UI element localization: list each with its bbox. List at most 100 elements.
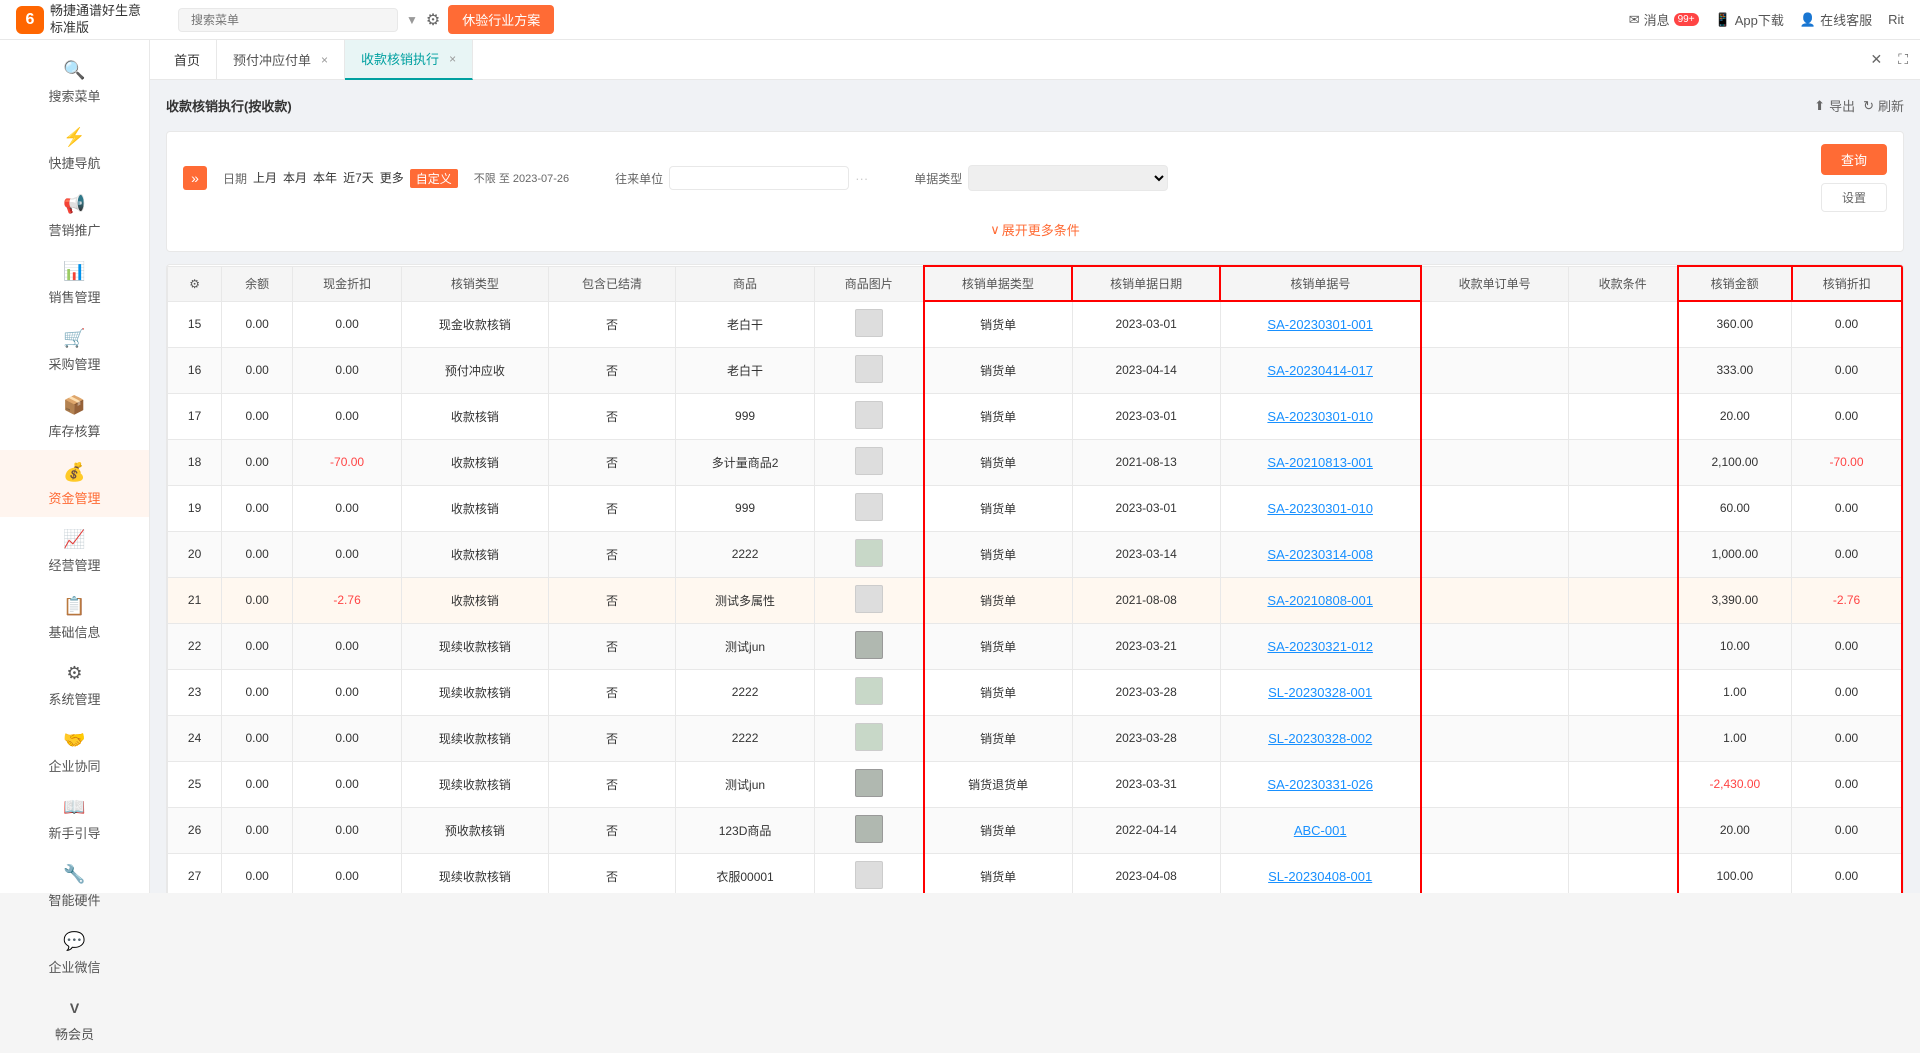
tab-home-label: 首页 — [174, 50, 200, 69]
date-more[interactable]: 更多 — [380, 169, 404, 188]
sidebar-item-marketing[interactable]: 📢 营销推广 — [0, 182, 149, 249]
settings-icon[interactable]: ⚙ — [426, 10, 440, 30]
sidebar-item-quicknav[interactable]: ⚡ 快捷导航 — [0, 115, 149, 182]
product-image — [855, 585, 883, 613]
cell-bill-no[interactable]: SA-20230414-017 — [1220, 347, 1420, 393]
sidebar-item-sales[interactable]: 📊 销售管理 — [0, 249, 149, 316]
table-header-row: ⚙ 余额 现金折扣 核销类型 包含已结清 商品 商品图片 核销单据类型 核销单据… — [168, 266, 1903, 301]
filter-expand-row[interactable]: ∨ 展开更多条件 — [183, 220, 1887, 239]
cell-bill-no[interactable]: SA-20230314-008 — [1220, 531, 1420, 577]
date-last-month[interactable]: 上月 — [253, 169, 277, 188]
sidebar-item-purchase[interactable]: 🛒 采购管理 — [0, 316, 149, 383]
bill-no-link[interactable]: ABC-001 — [1294, 823, 1347, 838]
query-button[interactable]: 查询 — [1821, 144, 1887, 175]
purchase-icon: 🛒 — [63, 326, 87, 350]
export-button[interactable]: ⬆ 导出 — [1814, 96, 1855, 115]
cell-bill-no[interactable]: SA-20210808-001 — [1220, 577, 1420, 623]
cell-bill-no[interactable]: SA-20230301-010 — [1220, 393, 1420, 439]
search-input[interactable] — [178, 8, 398, 32]
notification-item[interactable]: ✉ 消息 99+ — [1629, 10, 1699, 29]
cell-bill-type: 销货单 — [924, 807, 1072, 853]
th-bill-date: 核销单据日期 — [1072, 266, 1220, 301]
cell-verify-type: 预付冲应收 — [401, 347, 548, 393]
cell-bill-no[interactable]: SA-20230301-001 — [1220, 301, 1420, 347]
th-gear: ⚙ — [168, 266, 222, 301]
table-row: 16 0.00 0.00 预付冲应收 否 老白干 销货单 2023-04-14 … — [168, 347, 1903, 393]
date-custom[interactable]: 自定义 — [410, 169, 458, 188]
bill-no-link[interactable]: SL-20230328-001 — [1268, 685, 1372, 700]
bill-no-link[interactable]: SA-20230321-012 — [1267, 639, 1373, 654]
cell-order-no — [1421, 761, 1568, 807]
cell-bill-no[interactable]: SL-20230328-001 — [1220, 669, 1420, 715]
tab-prepay[interactable]: 预付冲应付单 × — [217, 40, 345, 80]
cell-amount: 1,000.00 — [1678, 531, 1792, 577]
cell-bill-no[interactable]: SA-20230331-026 — [1220, 761, 1420, 807]
sidebar-item-basic[interactable]: 📋 基础信息 — [0, 584, 149, 651]
sidebar-item-finance[interactable]: 💰 资金管理 — [0, 450, 149, 517]
sidebar-item-member[interactable]: V 畅会员 — [0, 986, 149, 1053]
sidebar-item-hardware[interactable]: 🔧 智能硬件 — [0, 852, 149, 919]
billtype-select[interactable] — [968, 165, 1168, 191]
sidebar-item-system[interactable]: ⚙ 系统管理 — [0, 651, 149, 718]
tab-verify-close[interactable]: × — [449, 52, 456, 66]
sidebar-item-operations[interactable]: 📈 经营管理 — [0, 517, 149, 584]
bill-no-link[interactable]: SL-20230328-002 — [1268, 731, 1372, 746]
cell-product: 测试jun — [676, 761, 814, 807]
sidebar-item-search[interactable]: 🔍 搜索菜单 — [0, 48, 149, 115]
tab-prepay-close[interactable]: × — [321, 53, 328, 67]
bill-no-link[interactable]: SA-20230301-010 — [1267, 501, 1373, 516]
online-support-item[interactable]: 👤 在线客服 — [1800, 10, 1872, 29]
setting-button[interactable]: 设置 — [1821, 183, 1887, 212]
cell-balance: 0.00 — [222, 715, 293, 761]
bill-no-link[interactable]: SA-20210808-001 — [1267, 593, 1373, 608]
sidebar-item-wechat[interactable]: 💬 企业微信 — [0, 919, 149, 986]
app-download-item[interactable]: 📱 App下载 — [1715, 10, 1784, 29]
marketing-icon: 📢 — [63, 192, 87, 216]
sidebar-item-enterprise[interactable]: 🤝 企业协同 — [0, 718, 149, 785]
cell-verify-type: 收款核销 — [401, 577, 548, 623]
cell-bill-no[interactable]: SA-20230301-010 — [1220, 485, 1420, 531]
bill-no-link[interactable]: SA-20210813-001 — [1267, 455, 1373, 470]
cell-bill-no[interactable]: SL-20230328-002 — [1220, 715, 1420, 761]
product-image — [855, 769, 883, 797]
cell-bill-type: 销货单 — [924, 439, 1072, 485]
bill-no-link[interactable]: SA-20230331-026 — [1267, 777, 1373, 792]
maximize-icon[interactable]: ⛶ — [1894, 47, 1912, 72]
cell-cash-discount: 0.00 — [293, 623, 402, 669]
cell-cash-discount: 0.00 — [293, 347, 402, 393]
cell-bill-date: 2023-03-01 — [1072, 393, 1220, 439]
cell-bill-no[interactable]: SL-20230408-001 — [1220, 853, 1420, 893]
bill-no-link[interactable]: SA-20230301-010 — [1267, 409, 1373, 424]
sidebar-item-label: 库存核算 — [48, 421, 100, 440]
close-tab-icon[interactable]: ✕ — [1866, 47, 1886, 72]
date-this-year[interactable]: 本年 — [313, 169, 337, 188]
date-range-area: 不限 至 2023-07-26 — [474, 170, 569, 186]
date-this-month[interactable]: 本月 — [283, 169, 307, 188]
cell-discount: 0.00 — [1792, 347, 1902, 393]
bill-no-link[interactable]: SA-20230414-017 — [1267, 363, 1373, 378]
cell-included: 否 — [548, 669, 676, 715]
refresh-button[interactable]: ↻ 刷新 — [1863, 96, 1904, 115]
sidebar-item-inventory[interactable]: 📦 库存核算 — [0, 383, 149, 450]
cell-product: 2222 — [676, 669, 814, 715]
sidebar-item-guide[interactable]: 📖 新手引导 — [0, 785, 149, 852]
bill-no-link[interactable]: SA-20230314-008 — [1267, 547, 1373, 562]
date-7days[interactable]: 近7天 — [343, 169, 374, 188]
table-container: ⚙ 余额 现金折扣 核销类型 包含已结清 商品 商品图片 核销单据类型 核销单据… — [166, 264, 1904, 893]
bill-no-link[interactable]: SA-20230301-001 — [1267, 317, 1373, 332]
solution-button[interactable]: 休验行业方案 — [448, 5, 554, 34]
date-links: 上月 本月 本年 近7天 更多 自定义 — [253, 169, 458, 188]
filter-expand-btn[interactable]: » — [183, 166, 207, 190]
user-item[interactable]: Rit — [1888, 12, 1904, 27]
product-image — [855, 447, 883, 475]
cell-bill-date: 2023-04-08 — [1072, 853, 1220, 893]
tab-home[interactable]: 首页 — [158, 40, 217, 80]
cell-id: 25 — [168, 761, 222, 807]
bill-no-link[interactable]: SL-20230408-001 — [1268, 869, 1372, 884]
cell-bill-type: 销货单 — [924, 623, 1072, 669]
cell-bill-no[interactable]: SA-20230321-012 — [1220, 623, 1420, 669]
cell-bill-no[interactable]: ABC-001 — [1220, 807, 1420, 853]
cell-bill-no[interactable]: SA-20210813-001 — [1220, 439, 1420, 485]
customer-input[interactable] — [669, 166, 849, 190]
tab-verify[interactable]: 收款核销执行 × — [345, 40, 473, 80]
